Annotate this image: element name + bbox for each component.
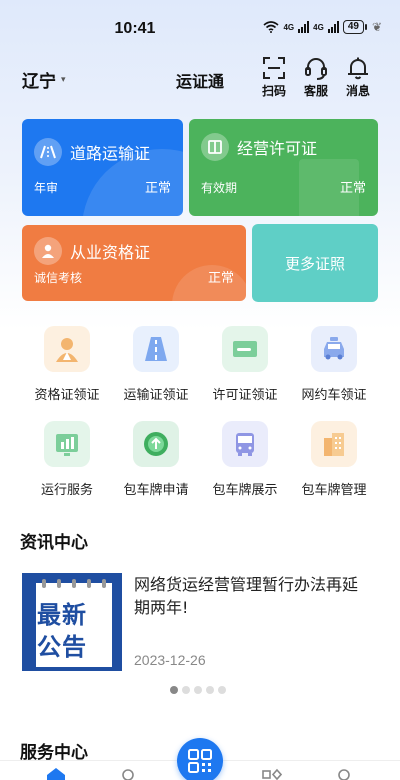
battery-icon: 49 [342,20,368,34]
carousel-dot[interactable] [182,686,190,694]
announcement-word-2: 公告 [37,633,87,661]
profile-icon[interactable] [334,768,354,780]
license-card-title: 经营许可证 [237,139,318,158]
person-icon [34,237,62,265]
carousel-dot[interactable] [194,686,202,694]
service-label: 网约车领证 [301,388,367,403]
scan-icon [263,57,285,79]
road-icon [133,326,179,372]
network-type-a: 4G [283,22,295,32]
qualification-card-status: 正常 [207,271,234,286]
carousel-dot[interactable] [170,686,178,694]
service-label: 包车牌管理 [301,483,367,498]
messages-button[interactable]: 消息 [338,55,378,99]
service-ride-hailing-cert[interactable]: 网约车领证 [284,326,384,403]
road-card-title: 道路运输证 [70,144,151,163]
taxi-icon [311,326,357,372]
service-label: 许可证领证 [212,388,278,403]
person-certificate-icon [44,326,90,372]
qualification-card[interactable]: 从业资格证 诚信考核 正常 [22,225,246,301]
scan-label: 扫码 [261,84,286,98]
service-transport-cert[interactable]: 运输证领证 [106,326,206,403]
news-headline[interactable]: 网络货运经营管理暂行办法再延期两年! [134,573,370,619]
signal-icon [298,21,310,33]
network-type-b: 4G [313,22,324,32]
news-item[interactable]: 最新 公告 网络货运经营管理暂行办法再延期两年! 2023-12-26 [22,573,382,673]
license-card-sub: 有效期 [201,181,238,195]
scan-button[interactable]: 扫码 [254,55,294,99]
status-time: 10:41 [114,20,156,37]
bus-icon [222,421,268,467]
carousel-dot[interactable] [218,686,226,694]
service-charter-apply[interactable]: 包车牌申请 [106,421,206,498]
calendar-rings [36,579,112,588]
card-title: 从业资格证 [34,237,150,265]
home-icon[interactable] [46,768,66,780]
service-label: 包车牌展示 [212,483,278,498]
location-label: 辽宁 [22,72,56,92]
announcement-image: 最新 公告 [22,573,122,671]
message-label: 消息 [345,84,370,98]
qr-code-button[interactable] [177,738,223,780]
building-icon [311,421,357,467]
status-icons: 4G 4G 49 ❦ [263,20,382,34]
apps-icon[interactable] [262,768,282,780]
service-label: 运输证领证 [123,388,189,403]
service-permit-cert[interactable]: 许可证领证 [195,326,295,403]
signal-icon-2 [327,21,339,33]
license-card-status: 正常 [339,181,366,196]
qr-code-icon [188,749,212,773]
news-date: 2023-12-26 [134,652,206,668]
chevron-down-icon: ▾ [61,74,66,85]
road-card-status: 正常 [144,181,171,196]
card-icon [222,326,268,372]
service-charter-display[interactable]: 包车牌展示 [195,421,295,498]
announcement-word-1: 最新 [37,601,87,629]
status-bar: 10:41 4G 4G 49 ❦ [0,0,400,60]
leaf-icon: ❦ [371,20,382,34]
upload-icon [133,421,179,467]
service-qualification-cert[interactable]: 资格证领证 [17,326,117,403]
customer-service-button[interactable]: 客服 [296,55,336,99]
card-title: 道路运输证 [34,138,150,166]
service-charter-manage[interactable]: 包车牌管理 [284,421,384,498]
location-icon[interactable] [118,768,138,780]
road-icon [34,138,62,166]
headset-icon [305,58,327,80]
road-card-sub: 年审 [34,181,59,195]
qualification-card-sub: 诚信考核 [34,271,83,285]
service-operation[interactable]: 运行服务 [17,421,117,498]
service-label: 客服 [303,84,328,98]
location-selector[interactable]: 辽宁 ▾ [22,67,66,92]
qualification-card-title: 从业资格证 [70,243,151,262]
service-label: 资格证领证 [34,388,100,403]
chart-icon [44,421,90,467]
news-section-title: 资讯中心 [20,533,88,553]
road-transport-card[interactable]: 道路运输证 年审 正常 [22,119,183,216]
service-label: 运行服务 [40,483,93,498]
card-title: 经营许可证 [201,133,317,161]
carousel-dot[interactable] [206,686,214,694]
carousel-indicator [170,686,226,694]
more-certificates-button[interactable]: 更多证照 [252,224,378,302]
page-title: 运证通 [175,72,224,91]
wifi-icon [263,21,279,33]
service-label: 包车牌申请 [123,483,189,498]
book-icon [201,133,229,161]
app-header: 辽宁 ▾ 运证通 扫码 客服 消息 [0,55,400,100]
bell-icon [348,57,368,80]
business-license-card[interactable]: 经营许可证 有效期 正常 [189,119,378,216]
